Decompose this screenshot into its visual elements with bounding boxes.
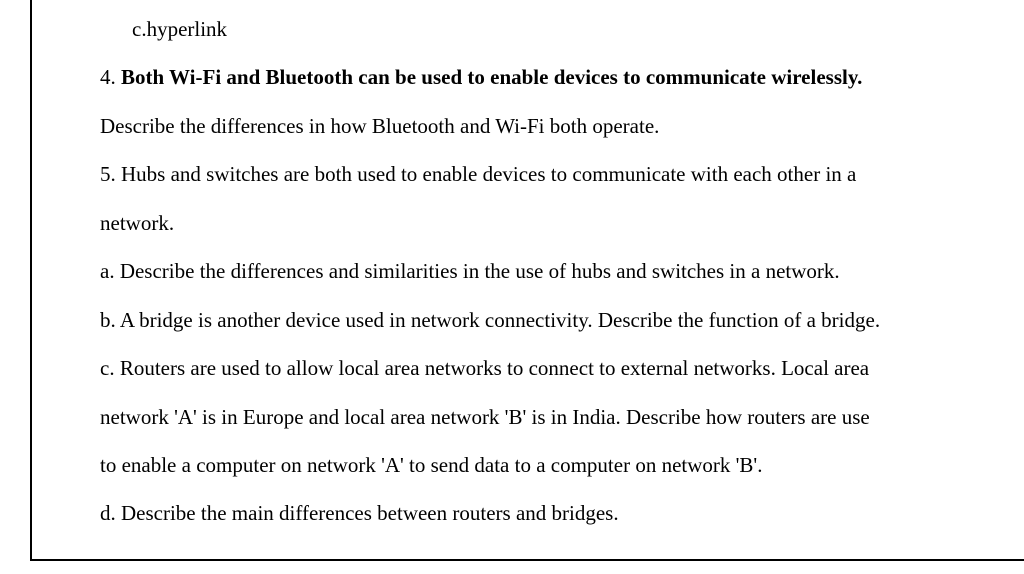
q5c-text-3: to enable a computer on network 'A' to s…: [100, 453, 762, 477]
q4-number: 4.: [100, 65, 121, 89]
q5d-text: d. Describe the main differences between…: [100, 501, 619, 525]
exam-questions-page: c.hyperlink 4. Both Wi-Fi and Bluetooth …: [30, 0, 1024, 561]
q4-bold-statement: Both Wi-Fi and Bluetooth can be used to …: [121, 65, 862, 89]
sub-c-text: c.hyperlink: [132, 17, 227, 41]
q5b-text: b. A bridge is another device used in ne…: [100, 308, 880, 332]
q4-instruction: Describe the differences in how Bluetoot…: [100, 114, 659, 138]
question-5-line2: network.: [100, 208, 986, 238]
q5-number: 5.: [100, 162, 121, 186]
question-5a: a. Describe the differences and similari…: [100, 256, 986, 286]
question-5-line1: 5. Hubs and switches are both used to en…: [100, 159, 986, 189]
question-3c: c.hyperlink: [100, 14, 986, 44]
q5c-text-1: c. Routers are used to allow local area …: [100, 356, 869, 380]
q5c-text-2: network 'A' is in Europe and local area …: [100, 405, 870, 429]
q5-text-part2: network.: [100, 211, 174, 235]
question-5c-line3: to enable a computer on network 'A' to s…: [100, 450, 986, 480]
question-4-line1: 4. Both Wi-Fi and Bluetooth can be used …: [100, 62, 986, 92]
question-5d: d. Describe the main differences between…: [100, 498, 986, 528]
question-4-line2: Describe the differences in how Bluetoot…: [100, 111, 986, 141]
q5a-text: a. Describe the differences and similari…: [100, 259, 840, 283]
q5-text-part1: Hubs and switches are both used to enabl…: [121, 162, 856, 186]
question-5c-line2: network 'A' is in Europe and local area …: [100, 402, 986, 432]
question-5b: b. A bridge is another device used in ne…: [100, 305, 986, 335]
question-5c-line1: c. Routers are used to allow local area …: [100, 353, 986, 383]
